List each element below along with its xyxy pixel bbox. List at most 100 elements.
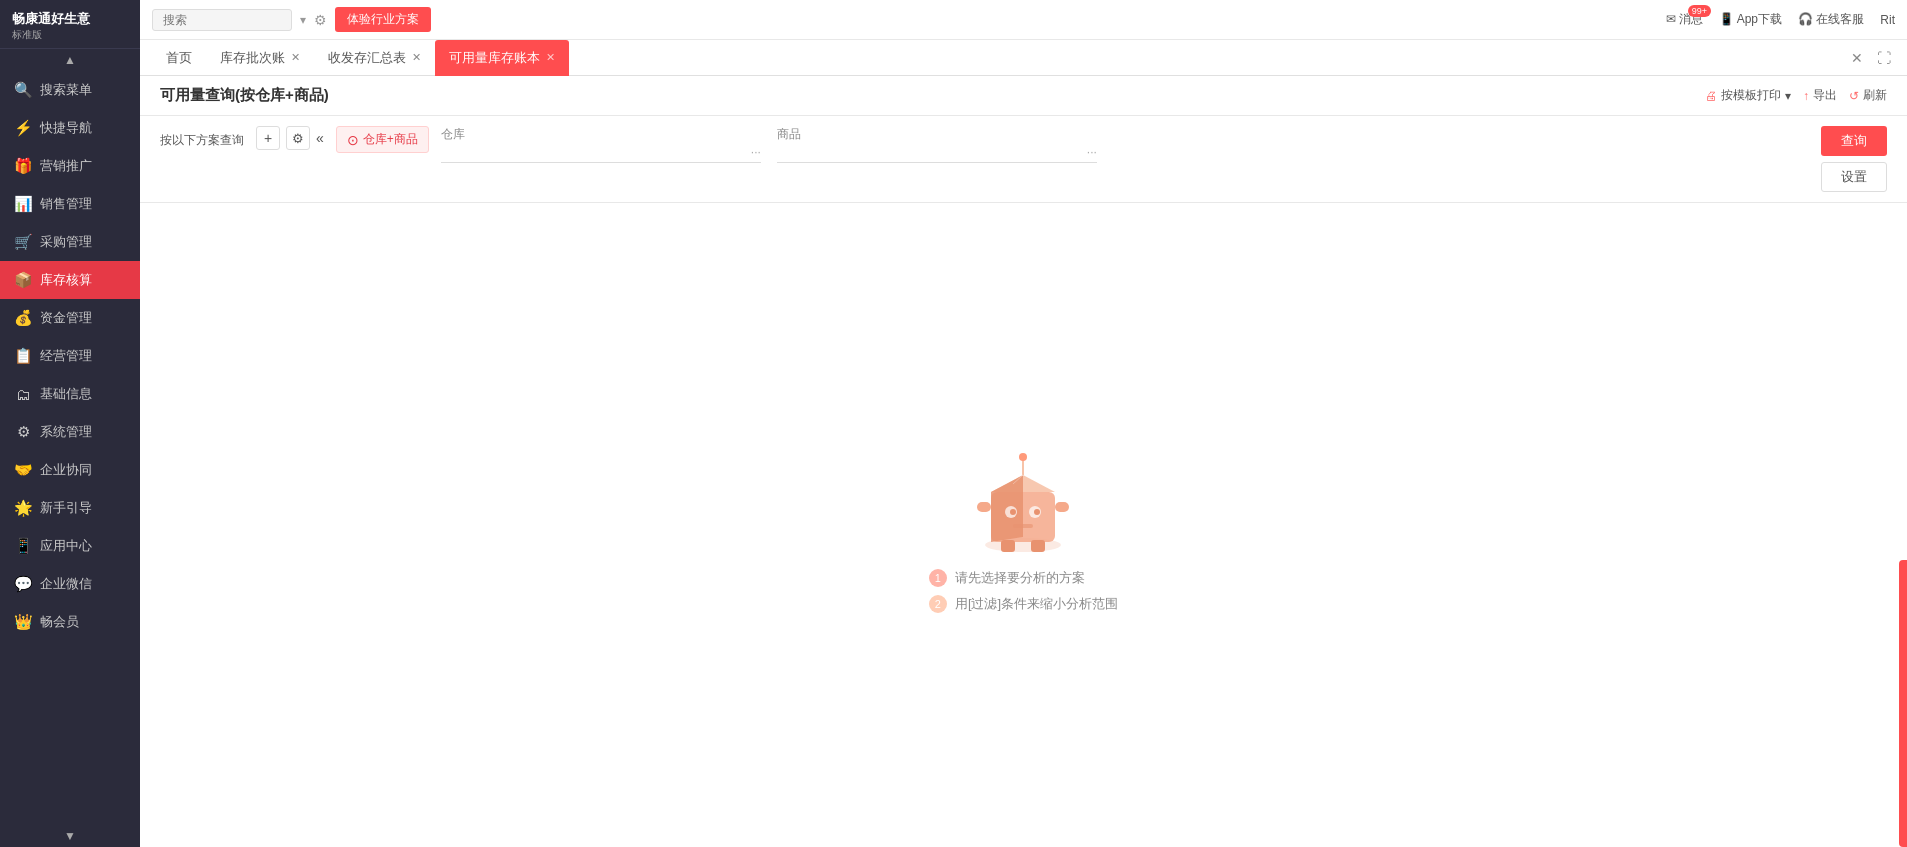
sidebar-item-label: 搜索菜单 <box>40 81 92 99</box>
tab-available-stock-close[interactable]: ✕ <box>546 51 555 64</box>
sidebar-item-label: 系统管理 <box>40 423 92 441</box>
operations-icon: 📋 <box>14 347 32 365</box>
sidebar-item-label: 销售管理 <box>40 195 92 213</box>
warehouse-label: 仓库 <box>441 126 761 143</box>
main-content: ▾ ⚙ 体验行业方案 ✉ 消息 99+ 📱 App下载 🎧 在线客服 Rit <box>140 0 1907 847</box>
sidebar: 畅康通好生意 标准版 ▲ 🔍 搜索菜单 ⚡ 快捷导航 🎁 营销推广 📊 销售管理… <box>0 0 140 847</box>
tab-home-label: 首页 <box>166 49 192 67</box>
app-download-link[interactable]: 📱 App下载 <box>1719 11 1782 28</box>
filter-add-btn[interactable]: + <box>256 126 280 150</box>
sidebar-scroll-down[interactable]: ▼ <box>0 825 140 847</box>
sidebar-item-search[interactable]: 🔍 搜索菜单 <box>0 71 140 109</box>
message-count: 99+ <box>1688 5 1711 17</box>
dropdown-arrow-icon[interactable]: ▾ <box>300 13 306 27</box>
tab-summary[interactable]: 收发存汇总表 ✕ <box>314 40 435 76</box>
sidebar-item-label: 应用中心 <box>40 537 92 555</box>
tip-num-1: 1 <box>929 569 947 587</box>
tabbar: 首页 库存批次账 ✕ 收发存汇总表 ✕ 可用量库存账本 ✕ ✕ ⛶ <box>140 40 1907 76</box>
goods-input[interactable] <box>777 145 1081 159</box>
tab-summary-label: 收发存汇总表 <box>328 49 406 67</box>
warehouse-input-row: ··· <box>441 145 761 163</box>
message-badge[interactable]: ✉ 消息 99+ <box>1666 11 1703 28</box>
sidebar-item-basic[interactable]: 🗂 基础信息 <box>0 375 140 413</box>
sidebar-item-inventory[interactable]: 📦 库存核算 <box>0 261 140 299</box>
empty-tip-2: 2 用[过滤]条件来缩小分析范围 <box>929 595 1118 613</box>
sidebar-item-marketing[interactable]: 🎁 营销推广 <box>0 147 140 185</box>
enterprise-icon: 🤝 <box>14 461 32 479</box>
industry-btn[interactable]: 体验行业方案 <box>335 7 431 32</box>
settings-btn[interactable]: 设置 <box>1821 162 1887 192</box>
sidebar-item-purchase[interactable]: 🛒 采购管理 <box>0 223 140 261</box>
finance-icon: 💰 <box>14 309 32 327</box>
sidebar-nav: 🔍 搜索菜单 ⚡ 快捷导航 🎁 营销推广 📊 销售管理 🛒 采购管理 📦 库存核… <box>0 71 140 825</box>
sidebar-item-newbie[interactable]: 🌟 新手引导 <box>0 489 140 527</box>
brand-version: 标准版 <box>12 28 128 42</box>
search-input[interactable] <box>152 9 292 31</box>
svg-rect-8 <box>1013 524 1033 528</box>
filter-collapse-btn[interactable]: « <box>316 130 324 146</box>
print-icon: 🖨 <box>1705 89 1717 103</box>
tab-close-btn[interactable]: ✕ <box>1847 50 1867 66</box>
export-icon: ↑ <box>1803 89 1809 103</box>
sidebar-item-wechat[interactable]: 💬 企业微信 <box>0 565 140 603</box>
sidebar-item-label: 采购管理 <box>40 233 92 251</box>
page-header: 可用量查询(按仓库+商品) 🖨 按模板打印 ▾ ↑ 导出 ↺ 刷新 <box>140 76 1907 116</box>
topbar-right: ✉ 消息 99+ 📱 App下载 🎧 在线客服 Rit <box>1666 11 1895 28</box>
sidebar-item-enterprise[interactable]: 🤝 企业协同 <box>0 451 140 489</box>
tab-home[interactable]: 首页 <box>152 40 206 76</box>
filter-scheme-area: + ⚙ « <box>256 126 324 150</box>
export-btn[interactable]: ↑ 导出 <box>1803 87 1837 104</box>
scheme-item-label: 仓库+商品 <box>363 131 418 148</box>
user-avatar[interactable]: Rit <box>1880 13 1895 27</box>
print-btn[interactable]: 🖨 按模板打印 ▾ <box>1705 87 1791 104</box>
headset-icon: 🎧 <box>1798 12 1813 26</box>
tab-batch-account-label: 库存批次账 <box>220 49 285 67</box>
empty-illustration <box>963 437 1083 557</box>
online-service-link[interactable]: 🎧 在线客服 <box>1798 11 1864 28</box>
apps-icon: 📱 <box>14 537 32 555</box>
sidebar-item-apps[interactable]: 📱 应用中心 <box>0 527 140 565</box>
tab-expand-btn[interactable]: ⛶ <box>1873 50 1895 66</box>
search-icon: 🔍 <box>14 81 32 99</box>
empty-svg <box>963 437 1083 557</box>
gear-icon[interactable]: ⚙ <box>314 12 327 28</box>
sales-icon: 📊 <box>14 195 32 213</box>
right-scrollbar[interactable] <box>1899 560 1907 847</box>
scheme-item[interactable]: ⊙ 仓库+商品 <box>336 126 429 153</box>
warehouse-input[interactable] <box>441 145 745 159</box>
query-btn[interactable]: 查询 <box>1821 126 1887 156</box>
tab-available-stock[interactable]: 可用量库存账本 ✕ <box>435 40 569 76</box>
svg-rect-13 <box>1001 540 1015 552</box>
sidebar-item-finance[interactable]: 💰 资金管理 <box>0 299 140 337</box>
sidebar-item-shortcut[interactable]: ⚡ 快捷导航 <box>0 109 140 147</box>
tab-batch-account-close[interactable]: ✕ <box>291 51 300 64</box>
content-area: 1 请先选择要分析的方案 2 用[过滤]条件来缩小分析范围 <box>140 203 1907 847</box>
sidebar-item-sales[interactable]: 📊 销售管理 <box>0 185 140 223</box>
sidebar-item-label: 快捷导航 <box>40 119 92 137</box>
sidebar-item-label: 企业微信 <box>40 575 92 593</box>
scheme-icon: ⊙ <box>347 132 359 148</box>
filter-field-warehouse: 仓库 ··· <box>441 126 761 163</box>
goods-input-row: ··· <box>777 145 1097 163</box>
purchase-icon: 🛒 <box>14 233 32 251</box>
tab-summary-close[interactable]: ✕ <box>412 51 421 64</box>
wechat-icon: 💬 <box>14 575 32 593</box>
system-icon: ⚙ <box>14 423 32 441</box>
sidebar-item-operations[interactable]: 📋 经营管理 <box>0 337 140 375</box>
filter-area: 按以下方案查询 + ⚙ « ⊙ 仓库+商品 仓库 ··· 商品 ··· <box>140 116 1907 203</box>
tabbar-controls: ✕ ⛶ <box>1847 50 1895 66</box>
filter-fields: 仓库 ··· 商品 ··· <box>441 126 1809 163</box>
sidebar-item-system[interactable]: ⚙ 系统管理 <box>0 413 140 451</box>
sidebar-scroll-up[interactable]: ▲ <box>0 49 140 71</box>
tab-batch-account[interactable]: 库存批次账 ✕ <box>206 40 314 76</box>
svg-point-7 <box>1034 509 1040 515</box>
refresh-btn[interactable]: ↺ 刷新 <box>1849 87 1887 104</box>
sidebar-item-vip[interactable]: 👑 畅会员 <box>0 603 140 641</box>
goods-more-btn[interactable]: ··· <box>1087 145 1097 159</box>
inventory-icon: 📦 <box>14 271 32 289</box>
warehouse-more-btn[interactable]: ··· <box>751 145 761 159</box>
mobile-icon: 📱 <box>1719 12 1734 26</box>
tip-num-2: 2 <box>929 595 947 613</box>
filter-scheme-settings-btn[interactable]: ⚙ <box>286 126 310 150</box>
print-dropdown-icon: ▾ <box>1785 89 1791 103</box>
